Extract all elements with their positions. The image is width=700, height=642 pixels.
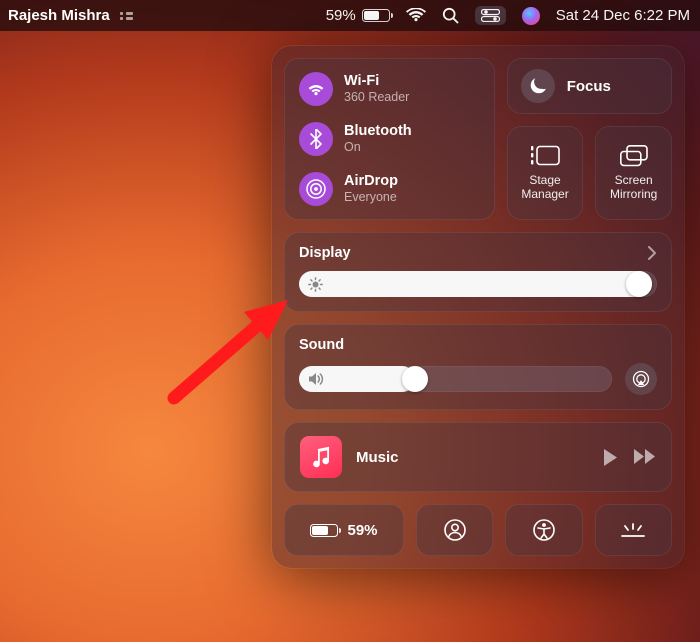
airplay-audio-button[interactable]	[625, 363, 657, 395]
airdrop-toggle[interactable]: AirDrop Everyone	[290, 164, 489, 214]
next-track-icon[interactable]	[634, 449, 656, 466]
stage-manager-label: Stage Manager	[521, 173, 568, 201]
moon-icon	[521, 69, 555, 103]
airdrop-title: AirDrop	[344, 173, 398, 190]
bluetooth-title: Bluetooth	[344, 123, 412, 140]
wifi-toggle[interactable]: Wi-Fi 360 Reader	[290, 64, 489, 114]
accessibility-button[interactable]	[505, 504, 582, 556]
display-card: Display	[284, 232, 672, 312]
chevron-right-icon[interactable]	[647, 246, 657, 260]
display-title: Display	[299, 245, 351, 261]
control-center-icon[interactable]	[475, 6, 506, 25]
menubar-datetime[interactable]: Sat 24 Dec 6:22 PM	[556, 7, 690, 24]
screen-mirroring-tile[interactable]: Screen Mirroring	[595, 126, 672, 220]
wifi-icon[interactable]	[406, 8, 426, 23]
user-icon	[444, 519, 466, 541]
focus-label: Focus	[567, 78, 611, 95]
menubar-app-name[interactable]: Rajesh Mishra	[4, 7, 110, 24]
stage-manager-tile[interactable]: Stage Manager	[507, 126, 584, 220]
music-app-icon	[300, 436, 342, 478]
music-title: Music	[356, 449, 589, 466]
brightness-slider-thumb[interactable]	[626, 271, 652, 297]
stage-manager-icon	[530, 145, 560, 167]
volume-slider-thumb[interactable]	[402, 366, 428, 392]
airdrop-icon	[299, 172, 333, 206]
menubar-battery[interactable]: 59%	[326, 7, 390, 24]
wifi-title: Wi-Fi	[344, 73, 409, 90]
keyboard-brightness-button[interactable]	[595, 504, 672, 556]
bluetooth-subtitle: On	[344, 140, 412, 155]
user-switch-button[interactable]	[416, 504, 493, 556]
accessibility-icon	[533, 519, 555, 541]
airdrop-subtitle: Everyone	[344, 190, 398, 205]
brightness-slider[interactable]	[299, 271, 657, 297]
multitask-glyph-icon[interactable]	[120, 12, 133, 20]
play-icon[interactable]	[603, 449, 618, 466]
siri-icon[interactable]	[522, 7, 540, 25]
spotlight-search-icon[interactable]	[442, 7, 459, 24]
menubar-battery-pct: 59%	[326, 7, 356, 24]
sound-title: Sound	[299, 337, 344, 353]
speaker-icon	[308, 372, 325, 386]
wifi-icon	[299, 72, 333, 106]
battery-icon	[310, 524, 338, 537]
wifi-subtitle: 360 Reader	[344, 90, 409, 105]
battery-tile-pct: 59%	[347, 522, 377, 539]
sun-icon	[308, 277, 323, 292]
keyboard-brightness-icon	[620, 522, 646, 538]
connectivity-card: Wi-Fi 360 Reader Bluetooth On AirDrop	[284, 58, 495, 220]
music-card[interactable]: Music	[284, 422, 672, 492]
airplay-icon	[632, 370, 650, 388]
control-center-panel: Wi-Fi 360 Reader Bluetooth On AirDrop	[272, 46, 684, 568]
bluetooth-icon	[299, 122, 333, 156]
screen-mirroring-label: Screen Mirroring	[610, 173, 657, 201]
battery-tile[interactable]: 59%	[284, 504, 404, 556]
volume-slider[interactable]	[299, 366, 612, 392]
menubar: Rajesh Mishra 59% Sat 24 Dec 6:22 PM	[0, 0, 700, 31]
battery-icon	[362, 9, 390, 22]
sound-card: Sound	[284, 324, 672, 410]
bluetooth-toggle[interactable]: Bluetooth On	[290, 114, 489, 164]
screen-mirroring-icon	[620, 145, 648, 167]
focus-tile[interactable]: Focus	[507, 58, 672, 114]
